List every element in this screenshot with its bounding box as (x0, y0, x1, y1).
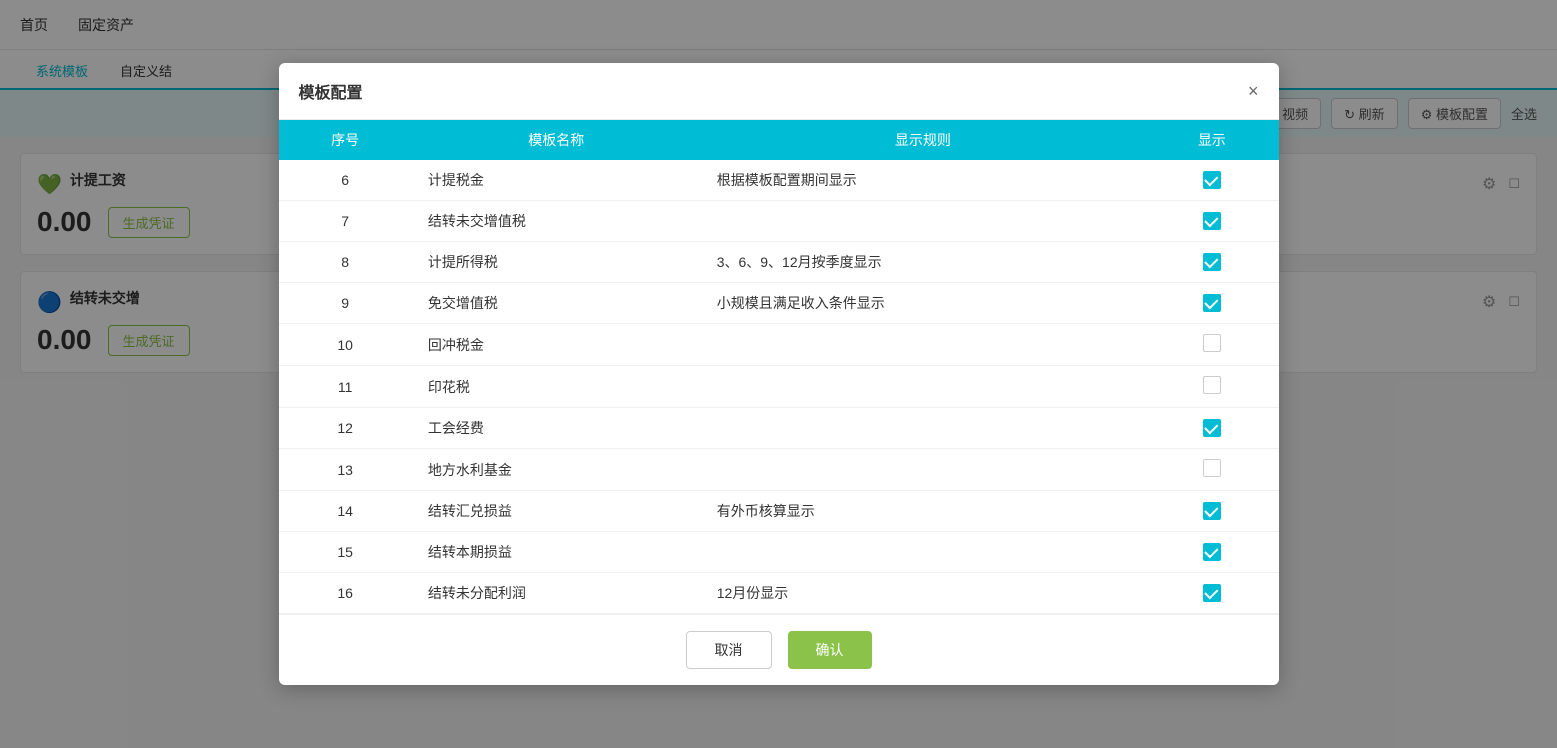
row-name: 计提税金 (412, 160, 701, 201)
table-row: 13地方水利基金 (279, 449, 1279, 491)
row-display[interactable] (1145, 366, 1278, 408)
row-display[interactable] (1145, 160, 1278, 201)
row-name: 回冲税金 (412, 324, 701, 366)
modal-overlay: 模板配置 × 序号 模板名称 显示规则 显示 6计提税金根据模板配置期间显示7结… (0, 0, 1557, 748)
row-no: 16 (279, 573, 412, 614)
display-checkbox[interactable] (1203, 459, 1221, 477)
table-row: 14结转汇兑损益有外币核算显示 (279, 491, 1279, 532)
row-rule (701, 408, 1145, 449)
display-checkbox[interactable] (1203, 212, 1221, 230)
row-rule (701, 201, 1145, 242)
col-name: 模板名称 (412, 120, 701, 160)
modal-body: 序号 模板名称 显示规则 显示 6计提税金根据模板配置期间显示7结转未交增值税8… (279, 120, 1279, 614)
display-checkbox[interactable] (1203, 502, 1221, 520)
row-name: 计提所得税 (412, 242, 701, 283)
display-checkbox[interactable] (1203, 543, 1221, 561)
table-row: 6计提税金根据模板配置期间显示 (279, 160, 1279, 201)
row-display[interactable] (1145, 573, 1278, 614)
row-name: 免交增值税 (412, 283, 701, 324)
confirm-button[interactable]: 确认 (788, 631, 872, 669)
modal-footer: 取消 确认 (279, 614, 1279, 685)
display-checkbox[interactable] (1203, 376, 1221, 394)
row-no: 14 (279, 491, 412, 532)
modal-title: 模板配置 (299, 79, 363, 103)
display-checkbox[interactable] (1203, 253, 1221, 271)
row-name: 印花税 (412, 366, 701, 408)
row-rule: 3、6、9、12月按季度显示 (701, 242, 1145, 283)
config-table: 序号 模板名称 显示规则 显示 6计提税金根据模板配置期间显示7结转未交增值税8… (279, 120, 1279, 614)
row-rule (701, 324, 1145, 366)
display-checkbox[interactable] (1203, 334, 1221, 352)
table-row: 7结转未交增值税 (279, 201, 1279, 242)
cancel-button[interactable]: 取消 (686, 631, 772, 669)
row-rule (701, 366, 1145, 408)
modal-close-button[interactable]: × (1248, 82, 1259, 100)
row-rule: 根据模板配置期间显示 (701, 160, 1145, 201)
row-name: 结转汇兑损益 (412, 491, 701, 532)
row-rule (701, 449, 1145, 491)
row-rule: 小规模且满足收入条件显示 (701, 283, 1145, 324)
table-header-row: 序号 模板名称 显示规则 显示 (279, 120, 1279, 160)
display-checkbox[interactable] (1203, 171, 1221, 189)
modal-header: 模板配置 × (279, 63, 1279, 120)
row-name: 结转本期损益 (412, 532, 701, 573)
row-display[interactable] (1145, 408, 1278, 449)
row-rule: 有外币核算显示 (701, 491, 1145, 532)
row-no: 13 (279, 449, 412, 491)
table-row: 11印花税 (279, 366, 1279, 408)
row-display[interactable] (1145, 532, 1278, 573)
table-row: 8计提所得税3、6、9、12月按季度显示 (279, 242, 1279, 283)
display-checkbox[interactable] (1203, 419, 1221, 437)
table-row: 12工会经费 (279, 408, 1279, 449)
row-display[interactable] (1145, 449, 1278, 491)
row-name: 地方水利基金 (412, 449, 701, 491)
row-display[interactable] (1145, 491, 1278, 532)
table-row: 16结转未分配利润12月份显示 (279, 573, 1279, 614)
table-row: 10回冲税金 (279, 324, 1279, 366)
row-no: 6 (279, 160, 412, 201)
col-no: 序号 (279, 120, 412, 160)
display-checkbox[interactable] (1203, 294, 1221, 312)
row-name: 结转未交增值税 (412, 201, 701, 242)
col-rule: 显示规则 (701, 120, 1145, 160)
row-no: 8 (279, 242, 412, 283)
col-display: 显示 (1145, 120, 1278, 160)
row-no: 7 (279, 201, 412, 242)
row-display[interactable] (1145, 201, 1278, 242)
row-display[interactable] (1145, 283, 1278, 324)
row-no: 11 (279, 366, 412, 408)
row-rule (701, 532, 1145, 573)
table-row: 15结转本期损益 (279, 532, 1279, 573)
row-no: 15 (279, 532, 412, 573)
display-checkbox[interactable] (1203, 584, 1221, 602)
template-config-modal: 模板配置 × 序号 模板名称 显示规则 显示 6计提税金根据模板配置期间显示7结… (279, 63, 1279, 685)
table-row: 9免交增值税小规模且满足收入条件显示 (279, 283, 1279, 324)
row-name: 工会经费 (412, 408, 701, 449)
row-rule: 12月份显示 (701, 573, 1145, 614)
row-display[interactable] (1145, 324, 1278, 366)
row-no: 12 (279, 408, 412, 449)
row-name: 结转未分配利润 (412, 573, 701, 614)
row-display[interactable] (1145, 242, 1278, 283)
row-no: 10 (279, 324, 412, 366)
row-no: 9 (279, 283, 412, 324)
